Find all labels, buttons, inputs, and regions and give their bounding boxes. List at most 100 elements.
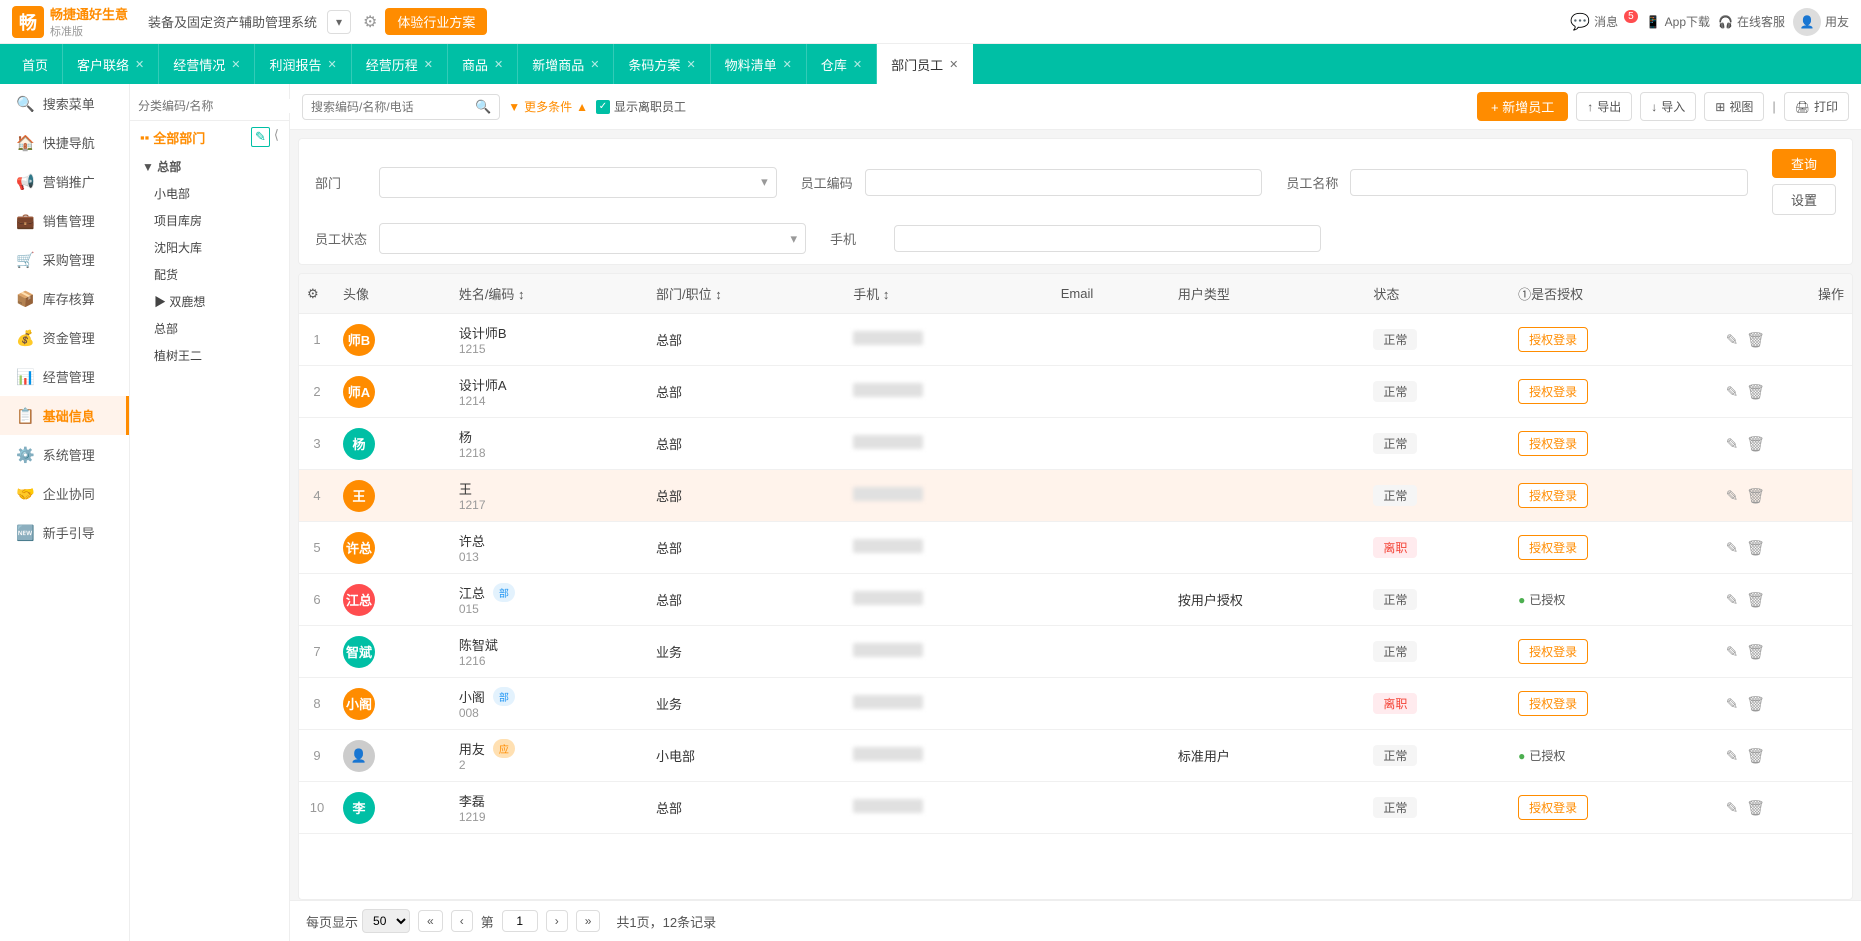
edit-icon[interactable]: ✎: [1726, 643, 1739, 661]
auth-btn[interactable]: 授权登录: [1518, 691, 1588, 716]
sys-title-dropdown[interactable]: ▾: [327, 10, 351, 34]
sidebar-item-sales[interactable]: 💼销售管理: [0, 201, 129, 240]
auth-btn[interactable]: 授权登录: [1518, 639, 1588, 664]
dept-search-input[interactable]: [138, 99, 293, 113]
nav-tab-经营情况[interactable]: 经营情况✕: [159, 44, 255, 84]
search-icon[interactable]: 🔍: [475, 99, 491, 115]
dept-node-小电部[interactable]: 小电部: [134, 180, 285, 207]
tab-close-icon[interactable]: ✕: [424, 58, 433, 71]
sidebar-item-purchase[interactable]: 🛒采购管理: [0, 240, 129, 279]
online-service-btn[interactable]: 🎧 在线客服: [1718, 13, 1785, 30]
delete-icon[interactable]: 🗑: [1746, 331, 1765, 349]
tab-close-icon[interactable]: ✕: [494, 58, 503, 71]
status-select[interactable]: ▾: [379, 223, 806, 254]
delete-icon[interactable]: 🗑: [1746, 799, 1765, 817]
prev-page-btn[interactable]: ‹: [451, 910, 473, 932]
sidebar-item-quicknav[interactable]: 🏠快捷导航: [0, 123, 129, 162]
dept-select[interactable]: ▾: [379, 167, 777, 198]
sidebar-item-finance[interactable]: 💰资金管理: [0, 318, 129, 357]
first-page-btn[interactable]: «: [418, 910, 443, 932]
delete-icon[interactable]: 🗑: [1746, 539, 1765, 557]
nav-tab-商品[interactable]: 商品✕: [448, 44, 518, 84]
page-input[interactable]: [502, 910, 538, 932]
edit-icon[interactable]: ✎: [1726, 435, 1739, 453]
print-btn[interactable]: 🖨 打印: [1784, 92, 1849, 121]
search-input[interactable]: [311, 100, 471, 114]
next-page-btn[interactable]: ›: [546, 910, 568, 932]
sidebar-item-marketing[interactable]: 📢营销推广: [0, 162, 129, 201]
view-btn[interactable]: ⊞ 视图: [1704, 92, 1764, 121]
sidebar-item-system[interactable]: ⚙️系统管理: [0, 435, 129, 474]
app-download-btn[interactable]: 📱 App下载: [1646, 13, 1710, 30]
tab-close-icon[interactable]: ✕: [686, 58, 695, 71]
tab-close-icon[interactable]: ✕: [231, 58, 240, 71]
edit-icon[interactable]: ✎: [1726, 383, 1739, 401]
auth-btn[interactable]: 授权登录: [1518, 795, 1588, 820]
tab-close-icon[interactable]: ✕: [135, 58, 144, 71]
tab-close-icon[interactable]: ✕: [949, 58, 958, 71]
emp-name-input[interactable]: [1350, 169, 1748, 196]
delete-icon[interactable]: 🗑: [1746, 487, 1765, 505]
search-btn[interactable]: 查询: [1772, 149, 1836, 178]
dept-node-沈阳大库[interactable]: 沈阳大库: [134, 234, 285, 261]
col-name[interactable]: 姓名/编码 ↕: [451, 274, 648, 314]
sidebar-item-guide[interactable]: 🆕新手引导: [0, 513, 129, 552]
tab-close-icon[interactable]: ✕: [783, 58, 792, 71]
edit-icon[interactable]: ✎: [1726, 331, 1739, 349]
nav-tab-物料清单[interactable]: 物料清单✕: [711, 44, 807, 84]
import-btn[interactable]: ↓ 导入: [1640, 92, 1696, 121]
nav-tab-部门员工[interactable]: 部门员工✕: [877, 44, 973, 84]
edit-icon[interactable]: ✎: [1726, 539, 1739, 557]
delete-icon[interactable]: 🗑: [1746, 643, 1765, 661]
last-page-btn[interactable]: »: [576, 910, 601, 932]
tab-close-icon[interactable]: ✕: [590, 58, 599, 71]
show-leave-checkbox[interactable]: ✓ 显示离职员工: [596, 98, 686, 115]
nav-tab-客户联络[interactable]: 客户联络✕: [63, 44, 159, 84]
delete-icon[interactable]: 🗑: [1746, 383, 1765, 401]
set-btn[interactable]: 设置: [1772, 184, 1836, 215]
auth-btn[interactable]: 授权登录: [1518, 379, 1588, 404]
delete-icon[interactable]: 🗑: [1746, 695, 1765, 713]
settings-icon[interactable]: ⚙: [363, 12, 377, 32]
sidebar-item-operations[interactable]: 📊经营管理: [0, 357, 129, 396]
nav-tab-首页[interactable]: 首页: [8, 44, 63, 84]
dept-node-总部[interactable]: ▼ 总部: [134, 153, 285, 180]
sidebar-item-basic[interactable]: 📋基础信息: [0, 396, 129, 435]
edit-icon[interactable]: ✎: [1726, 747, 1739, 765]
tab-close-icon[interactable]: ✕: [853, 58, 862, 71]
message-btn[interactable]: 💬 消息 5: [1570, 12, 1638, 32]
auth-btn[interactable]: 授权登录: [1518, 483, 1588, 508]
delete-icon[interactable]: 🗑: [1746, 435, 1765, 453]
dept-node-项目库房[interactable]: 项目库房: [134, 207, 285, 234]
dept-node-总部[interactable]: 总部: [134, 315, 285, 342]
emp-code-input[interactable]: [865, 169, 1263, 196]
dept-collapse-icon[interactable]: ⟨: [274, 127, 279, 147]
auth-btn[interactable]: 授权登录: [1518, 431, 1588, 456]
col-phone[interactable]: 手机 ↕: [845, 274, 1053, 314]
nav-tab-经营历程[interactable]: 经营历程✕: [352, 44, 448, 84]
col-dept[interactable]: 部门/职位 ↕: [648, 274, 845, 314]
auth-btn[interactable]: 授权登录: [1518, 327, 1588, 352]
auth-btn[interactable]: 授权登录: [1518, 535, 1588, 560]
nav-tab-利润报告[interactable]: 利润报告✕: [255, 44, 351, 84]
export-btn[interactable]: ↑ 导出: [1576, 92, 1632, 121]
experience-btn[interactable]: 体验行业方案: [385, 8, 487, 35]
tab-close-icon[interactable]: ✕: [328, 58, 337, 71]
edit-icon[interactable]: ✎: [1726, 695, 1739, 713]
nav-tab-仓库[interactable]: 仓库✕: [807, 44, 877, 84]
all-dept-label[interactable]: ▪▪ 全部部门: [140, 128, 205, 147]
col-setting-btn[interactable]: ⚙: [299, 274, 335, 314]
nav-tab-条码方案[interactable]: 条码方案✕: [614, 44, 710, 84]
delete-icon[interactable]: 🗑: [1746, 591, 1765, 609]
dept-node-配货[interactable]: 配货: [134, 261, 285, 288]
more-filter-btn[interactable]: ▼ 更多条件 ▲: [508, 98, 588, 115]
dept-node-双鹿想[interactable]: ▶ 双鹿想: [134, 288, 285, 315]
delete-icon[interactable]: 🗑: [1746, 747, 1765, 765]
per-page-select[interactable]: 50: [362, 909, 410, 933]
phone-input[interactable]: [894, 225, 1321, 252]
edit-icon[interactable]: ✎: [1726, 799, 1739, 817]
add-employee-btn[interactable]: + 新增员工: [1477, 92, 1568, 121]
dept-edit-icon[interactable]: ✎: [251, 127, 270, 147]
nav-tab-新增商品[interactable]: 新增商品✕: [518, 44, 614, 84]
sidebar-item-collab[interactable]: 🤝企业协同: [0, 474, 129, 513]
